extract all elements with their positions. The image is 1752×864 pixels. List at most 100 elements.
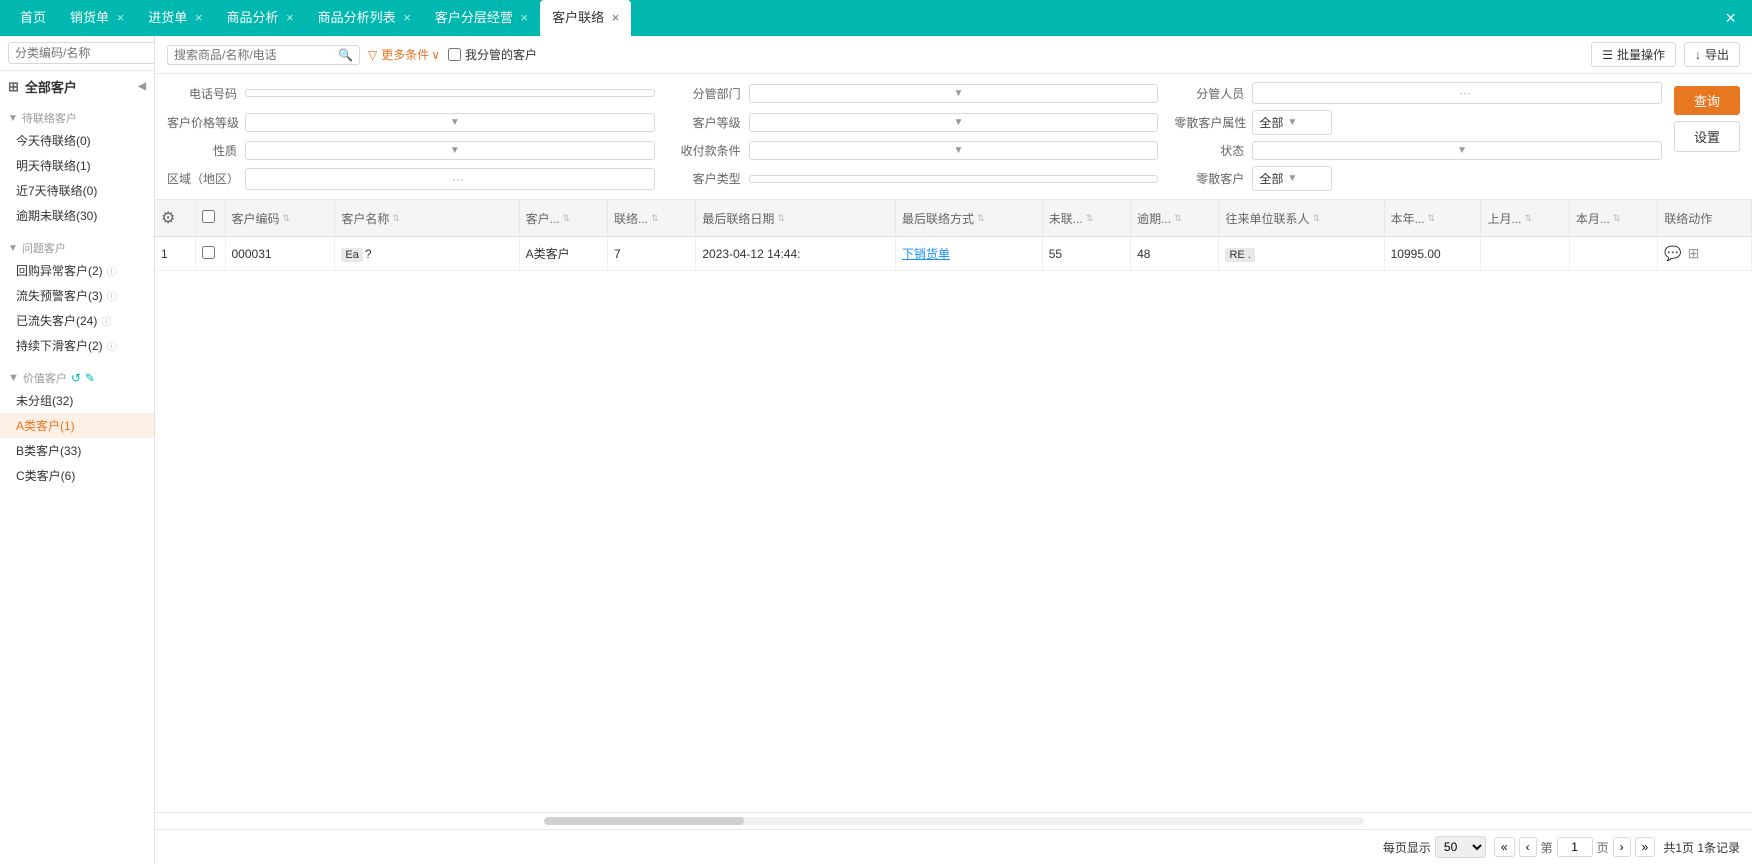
next-page-button[interactable]: › <box>1613 837 1631 857</box>
nav-sales[interactable]: 销货单 × <box>58 0 136 36</box>
sidebar-repurchase-abnormal[interactable]: 回购异常客户(2) ⓘ <box>0 258 154 283</box>
scroll-track[interactable] <box>544 817 1364 825</box>
sort-icon-contact[interactable]: ⇅ <box>651 213 659 224</box>
my-customers-filter[interactable]: 我分管的客户 <box>448 46 537 63</box>
horizontal-scrollbar[interactable] <box>155 812 1752 829</box>
close-sales-tab[interactable]: × <box>117 10 125 25</box>
prev-page-button[interactable]: ‹ <box>1519 837 1537 857</box>
declining-label: 持续下滑客户(2) <box>16 337 103 354</box>
problem-customers-title[interactable]: ▼ 问题客户 <box>0 236 154 258</box>
select-all-checkbox[interactable] <box>202 210 215 223</box>
table-settings-icon[interactable]: ⚙ <box>161 210 175 227</box>
sidebar-all-customers[interactable]: ⊞ 全部客户 ◀ <box>0 71 154 102</box>
pagination: 每页显示 50 100 200 « ‹ 第 页 › » 共1页 1条记录 <box>155 829 1752 864</box>
manager-input[interactable]: ··· <box>1252 82 1662 104</box>
sort-icon-year[interactable]: ⇅ <box>1428 213 1436 224</box>
status-input[interactable]: ▼ <box>1252 141 1662 160</box>
chat-action-icon[interactable]: 💬 <box>1664 245 1681 262</box>
retail-attr-select[interactable]: 全部 ▼ <box>1252 110 1332 135</box>
sidebar-class-b[interactable]: B类客户(33) <box>0 438 154 463</box>
sort-icon-contacts[interactable]: ⇅ <box>1312 213 1320 224</box>
sidebar-tomorrow-contact[interactable]: 明天待联络(1) <box>0 153 154 178</box>
grid-icon: ⊞ <box>8 79 19 95</box>
sort-icon-name[interactable]: ⇅ <box>392 213 400 224</box>
contact-method-link[interactable]: 下销货单 <box>902 247 950 261</box>
edit-icon[interactable]: ✎ <box>85 371 95 385</box>
refresh-icon[interactable]: ↺ <box>71 371 81 385</box>
sort-icon-lastmonth[interactable]: ⇅ <box>1524 213 1532 224</box>
price-level-label: 客户价格等级 <box>167 114 237 131</box>
close-purchase-tab[interactable]: × <box>195 10 203 25</box>
dept-input[interactable]: ▼ <box>749 84 1159 103</box>
nav-product-list[interactable]: 商品分析列表 × <box>306 0 423 36</box>
table-row: 1 000031 Ea? A类客户 7 2023-04-12 14:44: 下销… <box>155 237 1752 271</box>
last-page-button[interactable]: » <box>1635 837 1656 857</box>
my-customers-checkbox[interactable] <box>448 48 461 61</box>
close-product-analysis-tab[interactable]: × <box>286 10 294 25</box>
sidebar-unclassified[interactable]: 未分组(32) <box>0 388 154 413</box>
region-dots-icon[interactable]: ··· <box>452 172 648 186</box>
more-filters-button[interactable]: ▽ 更多条件 ∨ <box>368 46 440 63</box>
col-contacts-person-label: 往来单位联系人 <box>1225 210 1309 227</box>
sidebar-declining[interactable]: 持续下滑客户(2) ⓘ <box>0 333 154 358</box>
window-close-button[interactable]: × <box>1717 8 1744 29</box>
filter-search-icon[interactable]: 🔍 <box>338 48 353 62</box>
sort-icon-thismonth[interactable]: ⇅ <box>1613 213 1621 224</box>
nav-home[interactable]: 首页 <box>8 0 58 36</box>
first-page-button[interactable]: « <box>1494 837 1515 857</box>
sidebar-churn-warning[interactable]: 流失预警客户(3) ⓘ <box>0 283 154 308</box>
page-number-input[interactable] <box>1557 837 1593 857</box>
sidebar-class-c[interactable]: C类客户(6) <box>0 463 154 488</box>
action-icons-container: 💬 ⊞ <box>1664 245 1745 262</box>
close-customer-contact-tab[interactable]: × <box>612 10 620 25</box>
settings-button[interactable]: 设置 <box>1674 121 1740 152</box>
sort-icon-overdue[interactable]: ⇅ <box>1174 213 1182 224</box>
sort-icon-date[interactable]: ⇅ <box>777 213 785 224</box>
row-year-amount: 10995.00 <box>1384 237 1481 271</box>
section-arrow-icon3: ▼ <box>8 372 19 384</box>
payment-input[interactable]: ▼ <box>749 141 1159 160</box>
sidebar-collapse-icon[interactable]: ◀ <box>138 81 146 92</box>
region-input[interactable]: ··· <box>245 168 655 190</box>
sidebar-class-a[interactable]: A类客户(1) <box>0 413 154 438</box>
col-contact-count: 联络...⇅ <box>608 200 696 237</box>
sidebar-churned[interactable]: 已流失客户(24) ⓘ <box>0 308 154 333</box>
close-product-list-tab[interactable]: × <box>403 10 411 25</box>
customer-level-input[interactable]: ▼ <box>749 113 1159 132</box>
nav-customer-stratify[interactable]: 客户分层经营 × <box>423 0 540 36</box>
table-area: ⚙ 客户编码⇅ 客户名称⇅ 客户...⇅ <box>155 200 1752 812</box>
manager-dots-icon[interactable]: ··· <box>1459 86 1655 100</box>
customer-type-input[interactable] <box>749 175 1159 183</box>
nature-input[interactable]: ▼ <box>245 141 655 160</box>
pending-contact-title[interactable]: ▼ 待联络客户 <box>0 106 154 128</box>
sort-icon-nocontact[interactable]: ⇅ <box>1086 213 1094 224</box>
sort-icon-code[interactable]: ⇅ <box>283 213 291 224</box>
sort-icon-method[interactable]: ⇅ <box>977 213 985 224</box>
sidebar-today-contact[interactable]: 今天待联络(0) <box>0 128 154 153</box>
retail-customer-select[interactable]: 全部 ▼ <box>1252 166 1332 191</box>
sidebar-search-input[interactable] <box>8 42 155 64</box>
sort-icon-level[interactable]: ⇅ <box>563 213 571 224</box>
nav-product-analysis[interactable]: 商品分析 × <box>214 0 305 36</box>
close-customer-stratify-tab[interactable]: × <box>521 10 529 25</box>
grid-action-icon[interactable]: ⊞ <box>1688 245 1700 262</box>
filter-search-box: 🔍 <box>167 45 360 65</box>
export-button[interactable]: ↓ 导出 <box>1684 42 1740 67</box>
filter-search-input[interactable] <box>174 48 334 62</box>
sidebar-7days-contact[interactable]: 近7天待联络(0) <box>0 178 154 203</box>
batch-operation-button[interactable]: ☰ 批量操作 <box>1591 42 1676 67</box>
col-customer-level: 客户...⇅ <box>519 200 607 237</box>
filter-form: 电话号码 分管部门 ▼ <box>155 74 1752 200</box>
col-customer-level-label: 客户... <box>526 210 560 227</box>
sidebar-overdue-contact[interactable]: 逾期未联络(30) <box>0 203 154 228</box>
per-page-select[interactable]: 50 100 200 <box>1435 836 1486 858</box>
nav-purchase[interactable]: 进货单 × <box>136 0 214 36</box>
price-level-input[interactable]: ▼ <box>245 113 655 132</box>
scroll-thumb[interactable] <box>544 817 744 825</box>
nav-customer-contact[interactable]: 客户联络 × <box>540 0 631 36</box>
row-checkbox[interactable] <box>202 246 215 259</box>
problem-customers-section: ▼ 问题客户 回购异常客户(2) ⓘ 流失预警客户(3) ⓘ 已流失客户(24)… <box>0 232 154 362</box>
phone-input[interactable] <box>245 89 655 97</box>
row-level: A类客户 <box>519 237 607 271</box>
query-button[interactable]: 查询 <box>1674 86 1740 115</box>
